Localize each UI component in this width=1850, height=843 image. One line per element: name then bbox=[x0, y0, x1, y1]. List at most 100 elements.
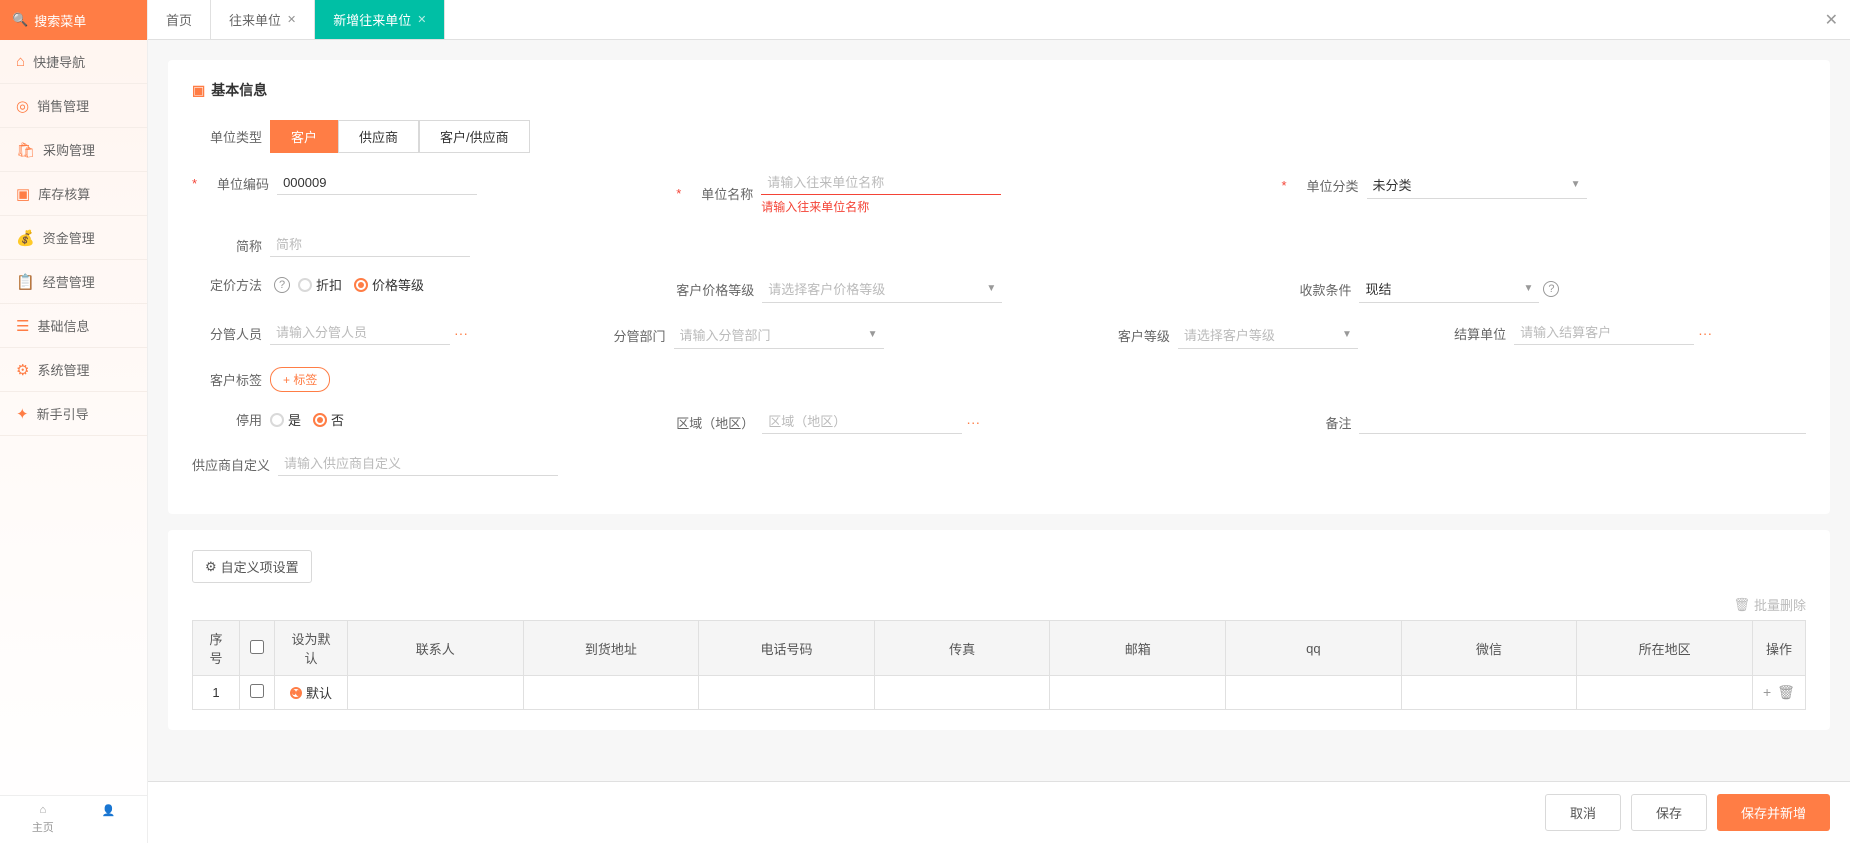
disabled-yes[interactable]: 是 bbox=[270, 410, 301, 429]
sidebar-item-finance[interactable]: 💰资金管理 bbox=[0, 216, 147, 260]
gear-icon: ⚙ bbox=[205, 559, 217, 575]
manager-input[interactable] bbox=[270, 321, 450, 345]
default-cell[interactable]: 默认 bbox=[274, 676, 347, 710]
select-all-checkbox[interactable] bbox=[250, 640, 264, 654]
pricing-level[interactable]: 价格等级 bbox=[354, 275, 424, 294]
remarks-input[interactable] bbox=[1359, 410, 1806, 434]
payment-terms-select[interactable]: 现结 ▼ bbox=[1359, 275, 1539, 303]
row-input-0[interactable] bbox=[358, 686, 513, 700]
col-header-4: 到货地址 bbox=[523, 621, 699, 676]
pricing-discount[interactable]: 折扣 bbox=[298, 275, 342, 294]
row-cell-7[interactable] bbox=[1577, 676, 1753, 710]
row-cell-5[interactable] bbox=[1226, 676, 1402, 710]
sidebar-item-purchase[interactable]: 🛍采购管理 bbox=[0, 128, 147, 172]
settlement-field: 结算单位 ··· bbox=[1436, 321, 1806, 345]
payment-terms-arrow: ▼ bbox=[1524, 283, 1534, 294]
tab-partners[interactable]: 往来单位✕ bbox=[211, 0, 315, 39]
remarks-label: 备注 bbox=[1281, 413, 1351, 432]
customer-level-label: 客户等级 bbox=[1100, 326, 1170, 345]
row-cell-4[interactable] bbox=[1050, 676, 1226, 710]
sidebar-item-inventory[interactable]: ▣库存核算 bbox=[0, 172, 147, 216]
home-btn[interactable]: ⌂ 主页 bbox=[32, 804, 54, 835]
unit-category-field: * 单位分类 未分类 ▼ bbox=[1281, 171, 1806, 199]
unit-type-customer[interactable]: 客户 bbox=[270, 120, 338, 153]
row-input-7[interactable] bbox=[1587, 686, 1742, 700]
tab-close-partners[interactable]: ✕ bbox=[287, 13, 296, 26]
unit-name-input[interactable] bbox=[761, 171, 1001, 195]
custom-settings-btn[interactable]: ⚙ 自定义项设置 bbox=[192, 550, 312, 583]
sidebar-item-system[interactable]: ⚙系统管理 bbox=[0, 348, 147, 392]
dept-field: 分管部门 请输入分管部门 ▼ bbox=[596, 321, 1100, 349]
payment-terms-value: 现结 bbox=[1365, 279, 1519, 298]
payment-help-icon[interactable]: ? bbox=[1543, 281, 1559, 297]
disabled-yes-radio bbox=[270, 413, 284, 427]
disabled-no[interactable]: 否 bbox=[313, 410, 344, 429]
col-header-10: 所在地区 bbox=[1577, 621, 1753, 676]
row-input-6[interactable] bbox=[1412, 686, 1567, 700]
row-cell-6[interactable] bbox=[1401, 676, 1577, 710]
customer-level-select[interactable]: 请选择客户等级 ▼ bbox=[1178, 321, 1358, 349]
custom-settings-label: 自定义项设置 bbox=[221, 557, 299, 576]
row-checkbox[interactable] bbox=[250, 684, 264, 698]
dept-select[interactable]: 请输入分管部门 ▼ bbox=[674, 321, 884, 349]
pricing-help-icon[interactable]: ? bbox=[274, 277, 290, 293]
tab-label-home: 首页 bbox=[166, 10, 192, 29]
dept-arrow: ▼ bbox=[868, 329, 878, 340]
supplier-custom-input[interactable] bbox=[278, 452, 558, 476]
unit-type-both[interactable]: 客户/供应商 bbox=[419, 120, 530, 153]
tab-new-partner[interactable]: 新增往来单位✕ bbox=[315, 0, 445, 39]
row-input-1[interactable] bbox=[534, 686, 689, 700]
short-name-label: 简称 bbox=[192, 236, 262, 255]
customer-price-level-select[interactable]: 请选择客户价格等级 ▼ bbox=[762, 275, 1002, 303]
manager-more-btn[interactable]: ··· bbox=[450, 325, 472, 341]
col-header-5: 电话号码 bbox=[699, 621, 875, 676]
row-checkbox-cell[interactable] bbox=[239, 676, 274, 710]
add-tag-btn[interactable]: + 标签 bbox=[270, 367, 330, 392]
section-title-text: 基本信息 bbox=[211, 80, 267, 100]
tab-home[interactable]: 首页 bbox=[148, 0, 211, 39]
guide-icon: ✦ bbox=[16, 405, 29, 423]
sidebar-item-quick-nav[interactable]: ⌂快捷导航 bbox=[0, 40, 147, 84]
region-more-btn[interactable]: ··· bbox=[962, 414, 984, 430]
col-header-3: 联系人 bbox=[347, 621, 523, 676]
row-input-5[interactable] bbox=[1236, 686, 1391, 700]
row-cell-0[interactable] bbox=[347, 676, 523, 710]
row-input-2[interactable] bbox=[709, 686, 864, 700]
user-btn[interactable]: 👤 bbox=[101, 804, 115, 835]
sidebar: 🔍 搜索菜单 ⌂快捷导航◎销售管理🛍采购管理▣库存核算💰资金管理📋经营管理☰基础… bbox=[0, 0, 148, 843]
close-all-tabs[interactable]: ✕ bbox=[1813, 0, 1850, 39]
content-area: ▣ 基本信息 单位类型 客户供应商客户/供应商 * 单位编码 * bbox=[148, 40, 1850, 781]
tags-row: 客户标签 + 标签 bbox=[192, 367, 1806, 392]
add-row-btn[interactable]: + bbox=[1763, 684, 1771, 701]
region-input[interactable] bbox=[762, 410, 962, 434]
sidebar-item-sales[interactable]: ◎销售管理 bbox=[0, 84, 147, 128]
unit-category-select[interactable]: 未分类 ▼ bbox=[1367, 171, 1587, 199]
unit-name-wrap: 请输入往来单位名称 bbox=[761, 171, 1281, 215]
settlement-more-btn[interactable]: ··· bbox=[1694, 325, 1716, 341]
row-cell-1[interactable] bbox=[523, 676, 699, 710]
delete-row-btn[interactable]: 🗑 bbox=[1777, 684, 1795, 701]
default-radio bbox=[290, 687, 302, 699]
unit-name-field: * 单位名称 请输入往来单位名称 bbox=[676, 171, 1281, 215]
sidebar-item-ops[interactable]: 📋经营管理 bbox=[0, 260, 147, 304]
row-input-3[interactable] bbox=[885, 686, 1040, 700]
row-input-4[interactable] bbox=[1060, 686, 1215, 700]
disabled-no-label: 否 bbox=[331, 410, 344, 429]
unit-code-input[interactable] bbox=[277, 171, 477, 195]
search-menu[interactable]: 🔍 搜索菜单 bbox=[0, 0, 147, 40]
unit-category-label: 单位分类 bbox=[1289, 176, 1359, 195]
cancel-button[interactable]: 取消 bbox=[1545, 794, 1621, 831]
settlement-input[interactable] bbox=[1514, 321, 1694, 345]
save-new-button[interactable]: 保存并新增 bbox=[1717, 794, 1830, 831]
row-cell-2[interactable] bbox=[699, 676, 875, 710]
row-cell-3[interactable] bbox=[874, 676, 1050, 710]
tab-close-new-partner[interactable]: ✕ bbox=[417, 13, 426, 26]
unit-type-supplier[interactable]: 供应商 bbox=[338, 120, 419, 153]
sidebar-item-basic[interactable]: ☰基础信息 bbox=[0, 304, 147, 348]
short-name-input[interactable] bbox=[270, 233, 470, 257]
sidebar-item-guide[interactable]: ✦新手引导 bbox=[0, 392, 147, 436]
pricing-method-label: 定价方法 bbox=[192, 275, 262, 294]
save-button[interactable]: 保存 bbox=[1631, 794, 1707, 831]
customer-price-level-label: 客户价格等级 bbox=[676, 280, 754, 299]
batch-delete[interactable]: 🗑 批量删除 bbox=[192, 595, 1806, 614]
